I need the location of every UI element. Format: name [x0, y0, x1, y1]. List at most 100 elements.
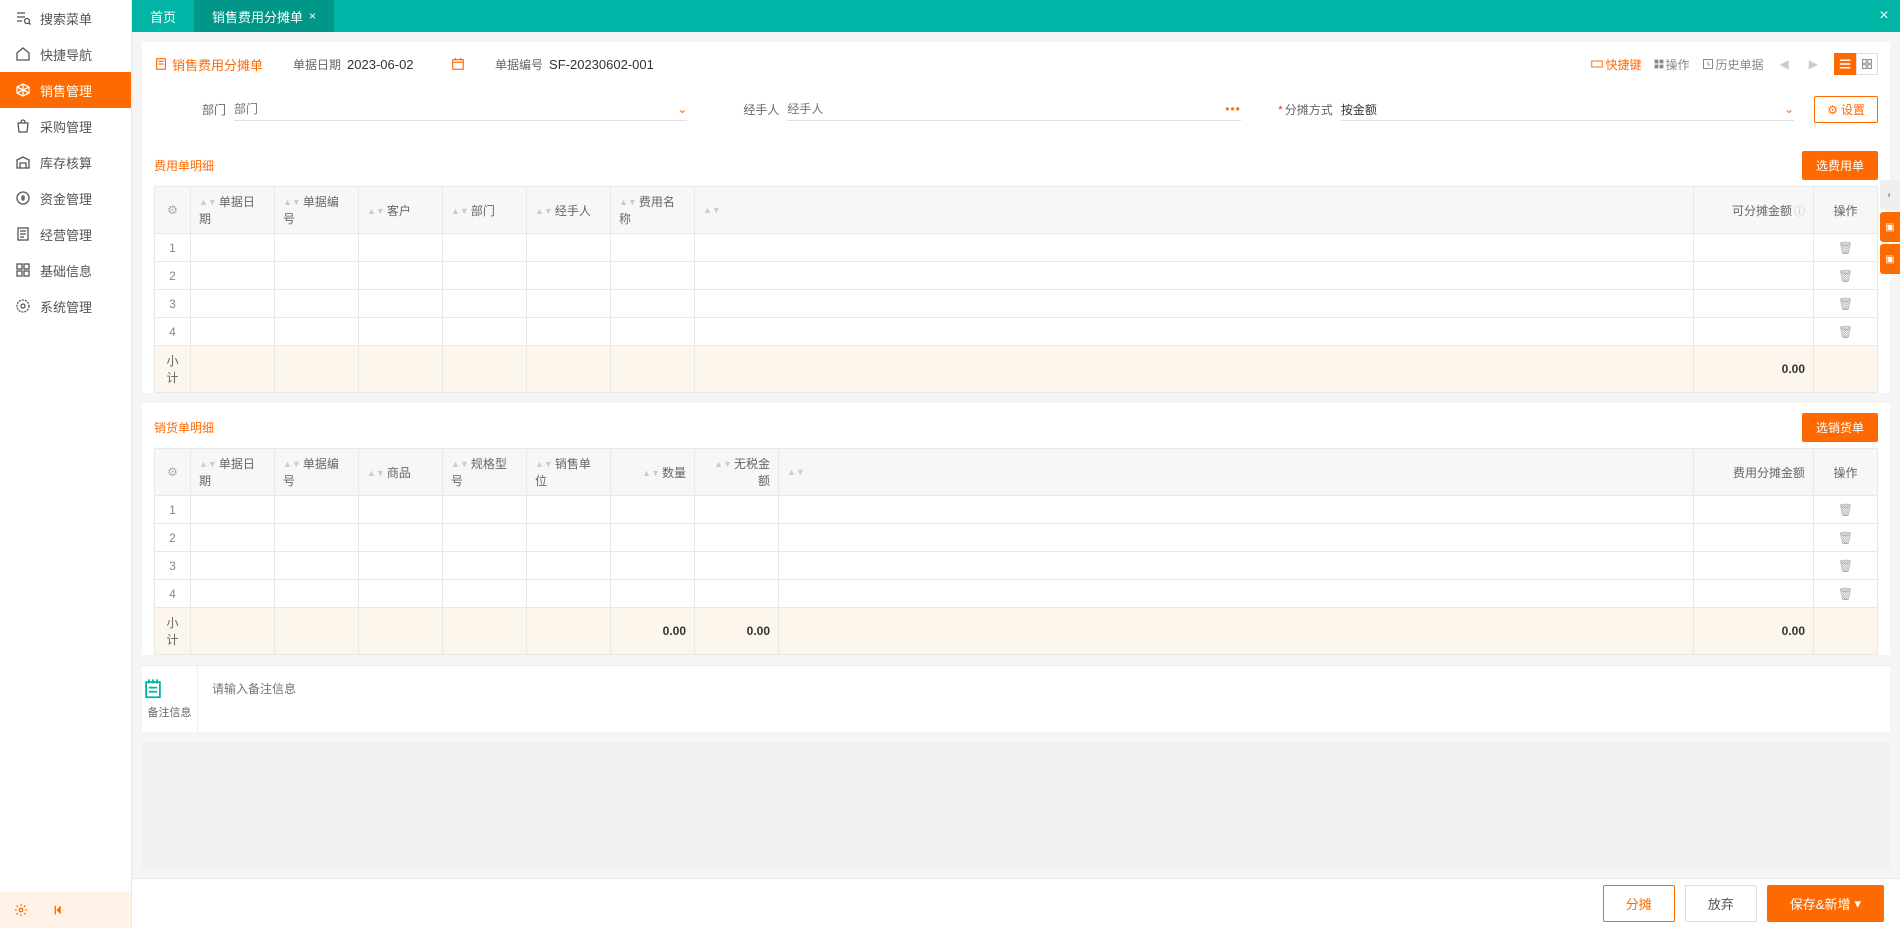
side-button-2[interactable]: ▣	[1880, 212, 1900, 242]
chevron-down-icon[interactable]: ⌄	[677, 102, 687, 116]
section-title: 销货单明细	[154, 419, 214, 436]
col-docno[interactable]: ▲▼单据编号	[275, 449, 359, 496]
col-product[interactable]: ▲▼商品	[359, 449, 443, 496]
trash-icon[interactable]: 🗑	[1838, 559, 1853, 573]
sidebar: 搜索菜单 快捷导航 销售管理 采购管理 库存核算 资金管理	[0, 0, 132, 928]
calendar-icon[interactable]	[451, 57, 465, 71]
more-icon[interactable]: •••	[1225, 102, 1241, 116]
side-button-3[interactable]: ▣	[1880, 244, 1900, 274]
field-label: 部门	[154, 101, 234, 118]
select-sales-button[interactable]: 选销货单	[1802, 413, 1878, 442]
col-handler[interactable]: ▲▼经手人	[527, 187, 611, 234]
link-label: 历史单据	[1716, 56, 1764, 73]
col-fee-name[interactable]: ▲▼费用名称	[611, 187, 695, 234]
sidebar-item-basic-info[interactable]: 基础信息	[0, 252, 131, 288]
subtotal-row: 小计0.000.000.00	[155, 608, 1878, 655]
tab-sales-expense-allocation[interactable]: 销售费用分摊单 ×	[194, 0, 334, 32]
trash-icon[interactable]: 🗑	[1838, 531, 1853, 545]
table-row[interactable]: 4🗑	[155, 580, 1878, 608]
sidebar-item-label: 搜索菜单	[40, 9, 92, 28]
table-row[interactable]: 4🗑	[155, 318, 1878, 346]
trash-icon[interactable]: 🗑	[1838, 269, 1853, 283]
col-date[interactable]: ▲▼单据日期	[191, 449, 275, 496]
view-list-button[interactable]	[1834, 53, 1856, 75]
trash-icon[interactable]: 🗑	[1838, 241, 1853, 255]
sidebar-item-label: 基础信息	[40, 261, 92, 280]
side-button-1[interactable]: ◐	[1880, 180, 1900, 210]
settings-button[interactable]: ⚙ 设置	[1814, 96, 1878, 123]
grid-icon	[14, 261, 32, 279]
sort-icon: ▲▼	[535, 209, 553, 214]
dept-input[interactable]	[234, 102, 677, 116]
table-row[interactable]: 1🗑	[155, 496, 1878, 524]
trash-icon[interactable]: 🗑	[1838, 325, 1853, 339]
view-grid-button[interactable]	[1856, 53, 1878, 75]
col-fee-alloc[interactable]: 费用分摊金额	[1694, 449, 1814, 496]
doc-date-input[interactable]	[341, 55, 451, 74]
table-row[interactable]: 2🗑	[155, 524, 1878, 552]
sort-icon: ▲▼	[199, 462, 217, 467]
table-row[interactable]: 1🗑	[155, 234, 1878, 262]
help-icon[interactable]: ⓘ	[1794, 206, 1805, 218]
col-dept[interactable]: ▲▼部门	[443, 187, 527, 234]
sidebar-item-purchase[interactable]: 采购管理	[0, 108, 131, 144]
table-row[interactable]: 2🗑	[155, 262, 1878, 290]
table-row[interactable]: 3🗑	[155, 290, 1878, 318]
prev-doc-icon[interactable]: ◀	[1776, 57, 1793, 71]
handler-input[interactable]	[787, 102, 1225, 116]
shortcut-link[interactable]: 快捷键	[1591, 56, 1641, 73]
search-list-icon	[14, 9, 32, 27]
sidebar-item-quick-nav[interactable]: 快捷导航	[0, 36, 131, 72]
history-link[interactable]: 历史单据	[1702, 56, 1764, 73]
sidebar-item-finance[interactable]: 资金管理	[0, 180, 131, 216]
gear-icon[interactable]	[14, 903, 28, 917]
sort-icon: ▲▼	[451, 209, 469, 214]
col-amt-notax[interactable]: ▲▼无税金额	[695, 449, 779, 496]
sidebar-item-label: 系统管理	[40, 297, 92, 316]
sidebar-item-sales[interactable]: 销售管理	[0, 72, 131, 108]
tabs-bar: 首页 销售费用分摊单 × ×	[132, 0, 1900, 32]
gear-header[interactable]: ⚙	[155, 449, 191, 496]
discard-button[interactable]: 放弃	[1685, 885, 1757, 922]
sidebar-item-operation[interactable]: 经营管理	[0, 216, 131, 252]
close-icon[interactable]: ×	[309, 9, 316, 23]
col-blank: ▲▼	[779, 449, 1694, 496]
remarks-textarea[interactable]	[198, 666, 1890, 732]
collapse-icon[interactable]	[52, 903, 66, 917]
allocate-button[interactable]: 分摊	[1603, 885, 1675, 922]
sidebar-item-system[interactable]: 系统管理	[0, 288, 131, 324]
sort-icon: ▲▼	[283, 200, 301, 205]
remarks-tab[interactable]: 备注信息	[142, 666, 198, 732]
col-qty[interactable]: ▲▼数量	[611, 449, 695, 496]
table-row[interactable]: 3🗑	[155, 552, 1878, 580]
select-expense-button[interactable]: 选费用单	[1802, 151, 1878, 180]
history-icon	[1702, 58, 1714, 70]
col-unit[interactable]: ▲▼销售单位	[527, 449, 611, 496]
col-alloc-amt[interactable]: 可分摊金额ⓘ	[1694, 187, 1814, 234]
col-spec[interactable]: ▲▼规格型号	[443, 449, 527, 496]
close-all-tabs[interactable]: ×	[1868, 0, 1900, 32]
trash-icon[interactable]: 🗑	[1838, 503, 1853, 517]
method-input[interactable]	[1341, 102, 1784, 116]
doc-number-input[interactable]	[543, 55, 693, 74]
trash-icon[interactable]: 🗑	[1838, 297, 1853, 311]
col-docno[interactable]: ▲▼单据编号	[275, 187, 359, 234]
gear-header[interactable]: ⚙	[155, 187, 191, 234]
subtotal-row: 小计0.00	[155, 346, 1878, 393]
col-date[interactable]: ▲▼单据日期	[191, 187, 275, 234]
sidebar-item-search-menu[interactable]: 搜索菜单	[0, 0, 131, 36]
footer: 分摊 放弃 保存&新增 ▾	[132, 878, 1900, 928]
gear-dashed-icon	[14, 297, 32, 315]
chevron-down-icon[interactable]: ⌄	[1784, 102, 1794, 116]
operate-link[interactable]: 操作	[1654, 56, 1690, 73]
sidebar-item-inventory[interactable]: 库存核算	[0, 144, 131, 180]
next-doc-icon[interactable]: ▶	[1805, 57, 1822, 71]
notepad-icon	[142, 678, 197, 700]
doc-date-field: 单据日期	[293, 55, 465, 74]
trash-icon[interactable]: 🗑	[1838, 587, 1853, 601]
document-icon	[154, 57, 168, 71]
dept-field: 部门 ⌄	[154, 98, 687, 121]
save-new-button[interactable]: 保存&新增 ▾	[1767, 885, 1884, 922]
tab-home[interactable]: 首页	[132, 0, 194, 32]
col-customer[interactable]: ▲▼客户	[359, 187, 443, 234]
